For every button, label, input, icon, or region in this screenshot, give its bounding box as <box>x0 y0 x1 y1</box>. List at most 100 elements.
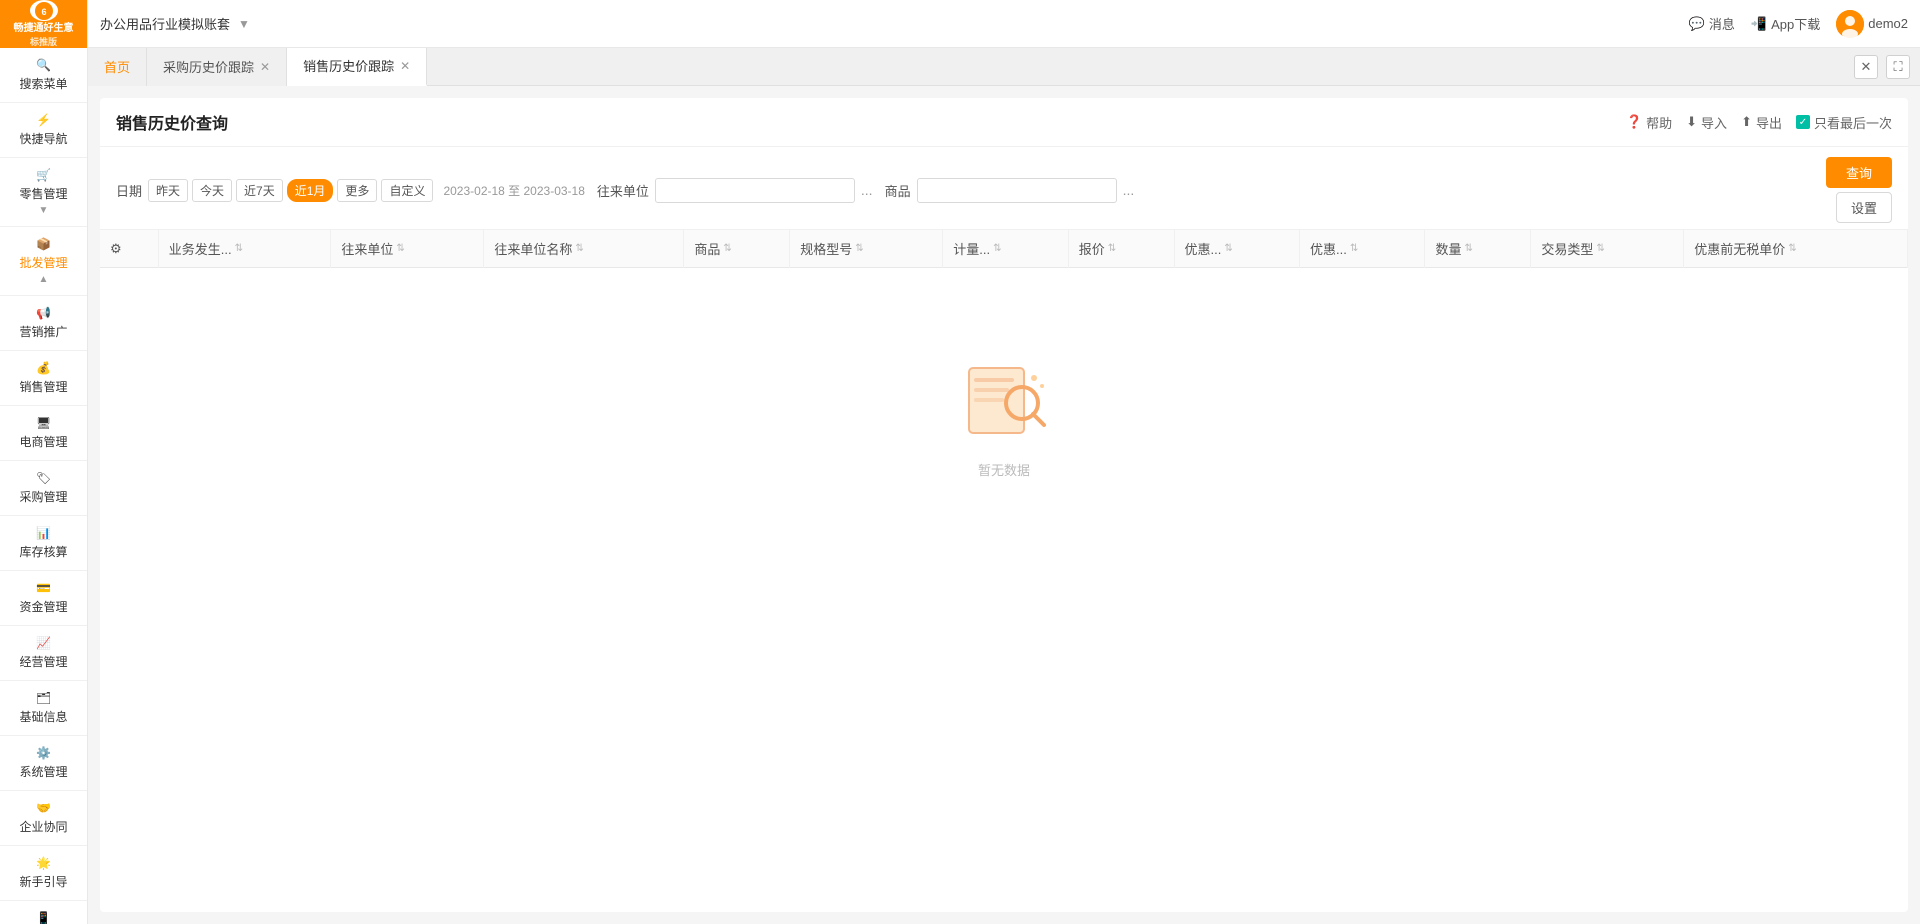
th-quote-price-label: 报价 <box>1079 239 1105 258</box>
sidebar-item-sales[interactable]: 💰 销售管理 <box>0 351 87 406</box>
th-counterpart-name-label: 往来单位名称 <box>494 239 572 258</box>
th-discount-amount[interactable]: 优惠... ⇅ <box>1300 230 1425 268</box>
sidebar-item-shortcuts[interactable]: ⚡ 快捷导航 <box>0 103 87 158</box>
sidebar-label-operations: 经营管理 <box>19 653 67 670</box>
query-button[interactable]: 查询 <box>1826 157 1892 188</box>
empty-state-icon <box>954 348 1054 448</box>
sort-icon-12: ⇅ <box>1788 243 1796 254</box>
page-header: 销售历史价查询 ❓ 帮助 ⬇ 导入 ⬆ 导出 ✓ <box>100 98 1908 147</box>
date-btn-more[interactable]: 更多 <box>337 179 377 202</box>
tab-home[interactable]: 首页 <box>88 48 147 86</box>
sidebar-item-inventory[interactable]: 📊 库存核算 <box>0 516 87 571</box>
sidebar: 6 畅捷通好生意 标推版 🔍 搜索菜单 ⚡ 快捷导航 🛒 零售管理 ▼ 📦 批发… <box>0 0 88 924</box>
sidebar-item-newbie[interactable]: 🌟 新手引导 <box>0 846 87 901</box>
sidebar-label-enterprise: 企业协同 <box>19 818 67 835</box>
export-label: 导出 <box>1756 113 1782 132</box>
sidebar-label-basic: 基础信息 <box>19 708 67 725</box>
sidebar-item-basic[interactable]: 🗂 基础信息 <box>0 681 87 736</box>
data-table: ⚙ 业务发生... ⇅ 往来单位 <box>100 230 1908 268</box>
user-profile-button[interactable]: demo2 <box>1836 10 1908 38</box>
import-button[interactable]: ⬇ 导入 <box>1686 113 1727 132</box>
sidebar-item-search[interactable]: 🔍 搜索菜单 <box>0 48 87 103</box>
sidebar-label-system: 系统管理 <box>19 763 67 780</box>
topbar-right: 💬 消息 📲 App下载 demo2 <box>1689 10 1908 38</box>
sidebar-item-operations[interactable]: 📈 经营管理 <box>0 626 87 681</box>
th-unit[interactable]: 计量... ⇅ <box>943 230 1068 268</box>
sidebar-item-wholesale[interactable]: 📦 批发管理 ▲ <box>0 227 87 296</box>
sidebar-label-wholesale: 批发管理 <box>19 254 67 271</box>
close-tab-button[interactable]: ✕ <box>1854 55 1878 79</box>
content-area: 销售历史价查询 ❓ 帮助 ⬇ 导入 ⬆ 导出 ✓ <box>88 86 1920 924</box>
date-btn-7days[interactable]: 近7天 <box>236 179 283 202</box>
tabbar: 首页 采购历史价跟踪 ✕ 销售历史价跟踪 ✕ ✕ ⛶ <box>88 48 1920 86</box>
th-unit-label: 计量... <box>953 239 990 258</box>
tabbar-actions: ✕ ⛶ <box>1844 55 1920 79</box>
operations-icon: 📈 <box>36 636 51 650</box>
sidebar-label-shortcuts: 快捷导航 <box>19 130 67 147</box>
sidebar-item-retail[interactable]: 🛒 零售管理 ▼ <box>0 158 87 227</box>
sort-icon-10: ⇅ <box>1464 243 1472 254</box>
messages-label: 消息 <box>1709 14 1735 33</box>
sidebar-item-purchase[interactable]: 🏷 采购管理 <box>0 461 87 516</box>
sidebar-item-system[interactable]: ⚙️ 系统管理 <box>0 736 87 791</box>
goods-dots[interactable]: ... <box>1123 182 1135 198</box>
tab-purchase-history[interactable]: 采购历史价跟踪 ✕ <box>147 48 287 86</box>
th-business-date-label: 业务发生... <box>169 239 232 258</box>
sidebar-item-enterprise[interactable]: 🤝 企业协同 <box>0 791 87 846</box>
maximize-tab-button[interactable]: ⛶ <box>1886 55 1910 79</box>
th-pre-discount-price-label: 优惠前无税单价 <box>1694 239 1785 258</box>
sidebar-item-ecommerce[interactable]: 🖥 电商管理 <box>0 406 87 461</box>
finance-icon: 💳 <box>36 581 51 595</box>
app-tagline: 标推版 <box>30 35 57 48</box>
sidebar-item-finance[interactable]: 💳 资金管理 <box>0 571 87 626</box>
goods-filter-group: 商品 ... <box>885 178 1135 203</box>
user-name: demo2 <box>1868 16 1908 31</box>
inventory-icon: 📊 <box>36 526 51 540</box>
system-icon: ⚙️ <box>36 746 51 760</box>
only-last-checkbox[interactable]: ✓ 只看最后一次 <box>1796 113 1892 132</box>
sidebar-item-appstore[interactable]: 📱 应用中心 <box>0 901 87 924</box>
close-sales-history-icon[interactable]: ✕ <box>400 60 410 72</box>
th-quote-price[interactable]: 报价 ⇅ <box>1068 230 1174 268</box>
th-quantity[interactable]: 数量 ⇅ <box>1425 230 1531 268</box>
sort-icon-11: ⇅ <box>1596 243 1604 254</box>
date-btn-1month[interactable]: 近1月 <box>287 179 334 202</box>
date-btn-today[interactable]: 今天 <box>192 179 232 202</box>
th-counterpart-name[interactable]: 往来单位名称 ⇅ <box>484 230 684 268</box>
chevron-down-icon: ▼ <box>39 205 49 216</box>
goods-input[interactable] <box>917 178 1117 203</box>
th-discount-rate[interactable]: 优惠... ⇅ <box>1174 230 1299 268</box>
sort-icon-3: ⇅ <box>575 243 583 254</box>
close-purchase-history-icon[interactable]: ✕ <box>260 61 270 73</box>
search-icon: 🔍 <box>36 58 51 72</box>
th-transaction-type[interactable]: 交易类型 ⇅ <box>1531 230 1684 268</box>
help-button[interactable]: ❓ 帮助 <box>1626 113 1672 132</box>
counterpart-dots[interactable]: ... <box>861 182 873 198</box>
th-counterpart-code[interactable]: 往来单位 ⇅ <box>331 230 484 268</box>
sidebar-label-purchase: 采购管理 <box>19 488 67 505</box>
date-btn-yesterday[interactable]: 昨天 <box>148 179 188 202</box>
topbar-dropdown-icon[interactable]: ▼ <box>238 17 250 31</box>
import-icon: ⬇ <box>1686 114 1697 130</box>
app-name: 畅捷通好生意 <box>14 23 74 35</box>
th-business-date[interactable]: 业务发生... ⇅ <box>158 230 331 268</box>
help-label: 帮助 <box>1646 113 1672 132</box>
empty-state-text: 暂无数据 <box>978 460 1030 479</box>
sidebar-item-marketing[interactable]: 📢 营销推广 <box>0 296 87 351</box>
message-icon: 💬 <box>1689 16 1705 32</box>
th-spec[interactable]: 规格型号 ⇅ <box>790 230 943 268</box>
settings-button[interactable]: 设置 <box>1836 192 1892 223</box>
counterpart-input[interactable] <box>655 178 855 203</box>
date-btn-custom[interactable]: 自定义 <box>381 179 433 202</box>
svg-text:6: 6 <box>41 7 46 17</box>
app-download-button[interactable]: 📲 App下载 <box>1751 14 1820 33</box>
sidebar-label-search: 搜索菜单 <box>19 75 67 92</box>
export-button[interactable]: ⬆ 导出 <box>1741 113 1782 132</box>
appstore-icon: 📱 <box>36 911 51 924</box>
sales-icon: 💰 <box>36 361 51 375</box>
th-pre-discount-price[interactable]: 优惠前无税单价 ⇅ <box>1684 230 1908 268</box>
th-goods[interactable]: 商品 ⇅ <box>684 230 790 268</box>
tab-sales-history[interactable]: 销售历史价跟踪 ✕ <box>287 48 427 86</box>
th-settings[interactable]: ⚙ <box>100 230 158 268</box>
messages-button[interactable]: 💬 消息 <box>1689 14 1735 33</box>
